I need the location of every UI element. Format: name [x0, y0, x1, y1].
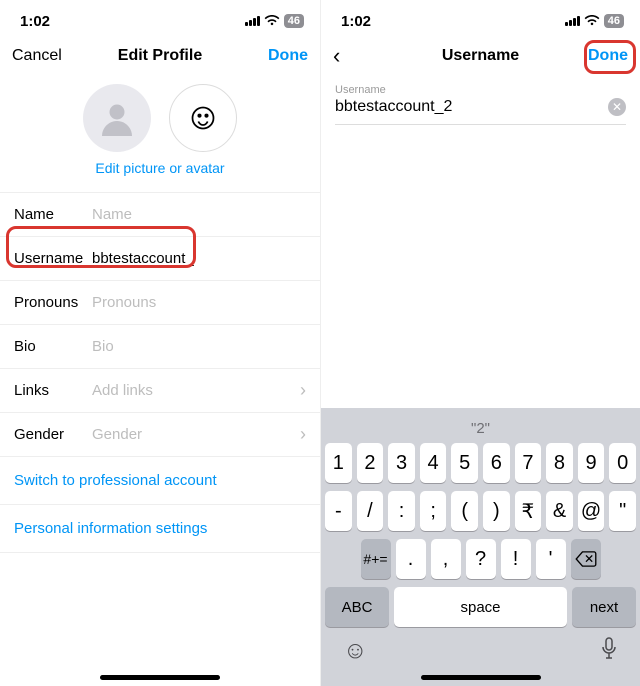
cellular-icon [565, 16, 580, 26]
avatar-option[interactable] [169, 84, 237, 152]
key-paren-open[interactable]: ( [451, 491, 478, 531]
status-bar: 1:02 46 [321, 0, 640, 34]
username-field-block: Username bbtestaccount_2 ✕ [321, 78, 640, 125]
key-dash[interactable]: - [325, 491, 352, 531]
key-quote[interactable]: " [609, 491, 636, 531]
key-space[interactable]: space [394, 587, 567, 627]
value-bio: Bio [92, 338, 306, 355]
key-next[interactable]: next [572, 587, 636, 627]
status-indicators: 46 [565, 13, 624, 30]
wifi-icon [584, 13, 600, 30]
row-links[interactable]: Links Add links › [0, 369, 320, 413]
key-2[interactable]: 2 [357, 443, 384, 483]
nav-bar: Cancel Edit Profile Done [0, 34, 320, 78]
emoji-button[interactable]: ☺ [343, 637, 368, 668]
keyboard-row-1: 1 2 3 4 5 6 7 8 9 0 [325, 443, 636, 483]
key-semicolon[interactable]: ; [420, 491, 447, 531]
screen-edit-profile: 1:02 46 Cancel Edit Profile Done Edit pi… [0, 0, 320, 686]
label-username: Username [14, 250, 92, 267]
keyboard-suggestion[interactable]: "2" [325, 412, 636, 443]
key-5[interactable]: 5 [451, 443, 478, 483]
key-0[interactable]: 0 [609, 443, 636, 483]
key-3[interactable]: 3 [388, 443, 415, 483]
key-6[interactable]: 6 [483, 443, 510, 483]
keyboard-row-3: #+= . , ? ! ' [325, 539, 636, 579]
battery-badge: 46 [604, 14, 624, 28]
value-gender: Gender [92, 426, 300, 443]
personal-info-link[interactable]: Personal information settings [0, 505, 320, 553]
label-name: Name [14, 206, 92, 223]
key-apostrophe[interactable]: ' [536, 539, 566, 579]
value-pronouns: Pronouns [92, 294, 306, 311]
key-at[interactable]: @ [578, 491, 605, 531]
key-bang[interactable]: ! [501, 539, 531, 579]
home-indicator [421, 675, 541, 680]
row-gender[interactable]: Gender Gender › [0, 413, 320, 457]
done-button[interactable]: Done [248, 47, 308, 65]
clear-input-button[interactable]: ✕ [608, 98, 626, 116]
page-title: Edit Profile [118, 47, 202, 65]
key-period[interactable]: . [396, 539, 426, 579]
key-colon[interactable]: : [388, 491, 415, 531]
label-links: Links [14, 382, 92, 399]
key-paren-close[interactable]: ) [483, 491, 510, 531]
cancel-button[interactable]: Cancel [12, 47, 72, 65]
key-rupee[interactable]: ₹ [515, 491, 542, 531]
key-comma[interactable]: , [431, 539, 461, 579]
label-bio: Bio [14, 338, 92, 355]
row-name[interactable]: Name Name [0, 193, 320, 237]
label-gender: Gender [14, 426, 92, 443]
row-pronouns[interactable]: Pronouns Pronouns [0, 281, 320, 325]
keyboard: "2" 1 2 3 4 5 6 7 8 9 0 - / : ; ( ) ₹ & … [321, 408, 640, 686]
status-time: 1:02 [341, 13, 371, 30]
backspace-icon [575, 551, 597, 567]
key-abc[interactable]: ABC [325, 587, 389, 627]
mic-icon [600, 637, 618, 661]
avatar-row [0, 78, 320, 160]
key-slash[interactable]: / [357, 491, 384, 531]
keyboard-actions-row: ☺ [325, 635, 636, 668]
status-indicators: 46 [245, 13, 304, 30]
screen-username-edit: 1:02 46 ‹ Username Done Username bbtesta… [320, 0, 640, 686]
key-amp[interactable]: & [546, 491, 573, 531]
keyboard-row-2: - / : ; ( ) ₹ & @ " [325, 491, 636, 531]
person-icon [99, 100, 135, 136]
key-7[interactable]: 7 [515, 443, 542, 483]
status-time: 1:02 [20, 13, 50, 30]
key-question[interactable]: ? [466, 539, 496, 579]
key-backspace[interactable] [571, 539, 601, 579]
value-name: Name [92, 206, 306, 223]
back-button[interactable]: ‹ [333, 43, 393, 69]
key-8[interactable]: 8 [546, 443, 573, 483]
value-username: bbtestaccount_ [92, 250, 306, 267]
key-1[interactable]: 1 [325, 443, 352, 483]
cellular-icon [245, 16, 260, 26]
wifi-icon [264, 13, 280, 30]
row-bio[interactable]: Bio Bio [0, 325, 320, 369]
chevron-right-icon: › [300, 424, 306, 445]
chevron-right-icon: › [300, 380, 306, 401]
field-caption: Username [335, 84, 626, 96]
dictation-button[interactable] [600, 637, 618, 668]
close-icon: ✕ [612, 100, 622, 114]
profile-form: Name Name Username bbtestaccount_ Pronou… [0, 192, 320, 553]
home-indicator [100, 675, 220, 680]
edit-picture-link[interactable]: Edit picture or avatar [0, 160, 320, 192]
battery-badge: 46 [284, 14, 304, 28]
avatar-face-icon [189, 104, 217, 132]
status-bar: 1:02 46 [0, 0, 320, 34]
key-9[interactable]: 9 [578, 443, 605, 483]
switch-professional-link[interactable]: Switch to professional account [0, 457, 320, 505]
username-input[interactable]: bbtestaccount_2 [335, 98, 608, 116]
done-button[interactable]: Done [568, 47, 628, 65]
page-title: Username [442, 47, 519, 65]
profile-picture[interactable] [83, 84, 151, 152]
row-username[interactable]: Username bbtestaccount_ [0, 237, 320, 281]
keyboard-row-4: ABC space next [325, 587, 636, 627]
nav-bar: ‹ Username Done [321, 34, 640, 78]
key-symbols-shift[interactable]: #+= [361, 539, 391, 579]
key-4[interactable]: 4 [420, 443, 447, 483]
value-links: Add links [92, 382, 300, 399]
label-pronouns: Pronouns [14, 294, 92, 311]
